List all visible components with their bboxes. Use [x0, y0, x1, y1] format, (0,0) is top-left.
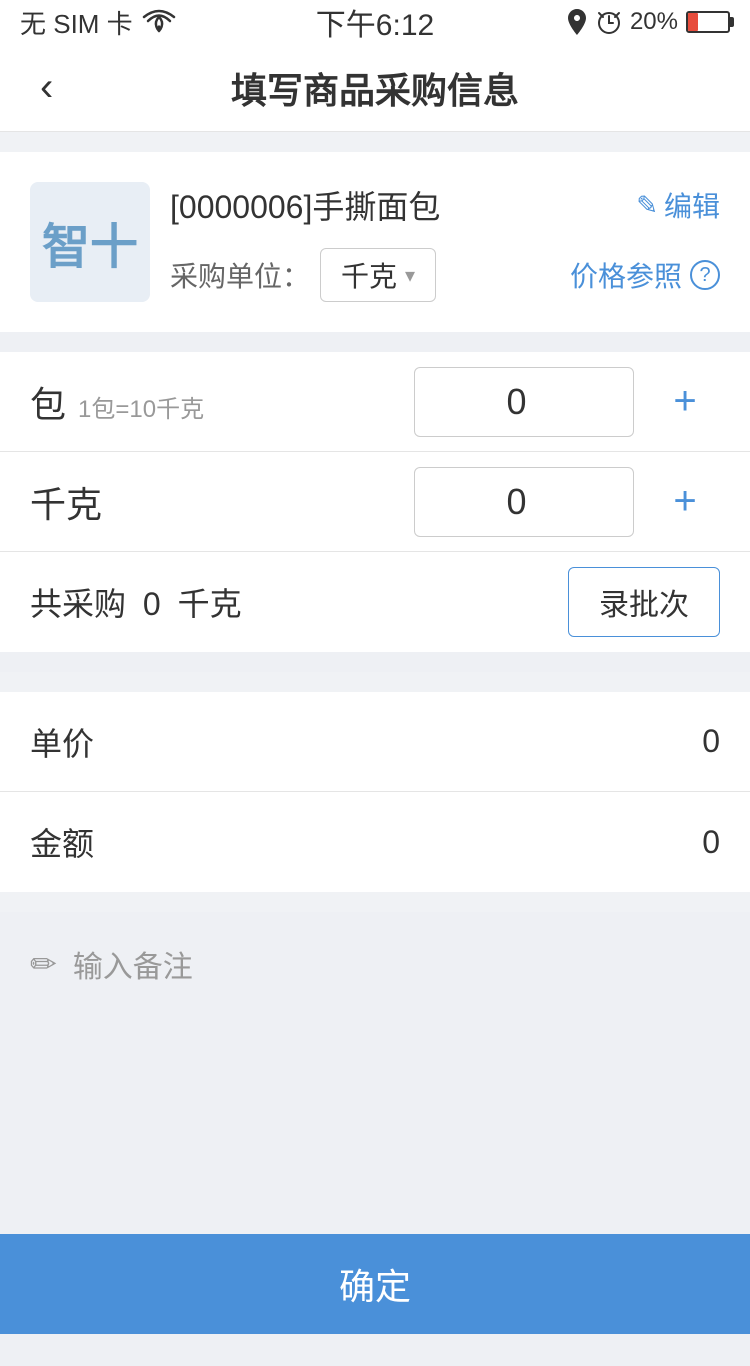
amount-value: 0 [702, 824, 720, 861]
price-section: 单价 0 金额 0 [0, 692, 750, 892]
product-name-row: [0000006]手撕面包 ✎ 编辑 [170, 182, 720, 228]
summary-suffix: 千克 [178, 586, 242, 622]
help-icon: ? [690, 260, 720, 290]
record-batch-button[interactable]: 录批次 [568, 567, 720, 637]
section-divider-1 [0, 332, 750, 352]
kg-label: 千克 [30, 476, 190, 528]
kg-input-wrapper: + [190, 467, 720, 537]
unit-value: 千克 [341, 255, 397, 295]
nav-bar: ‹ 填写商品采购信息 [0, 44, 750, 132]
purchase-unit-label: 采购单位： [170, 255, 310, 295]
back-button[interactable]: ‹ [30, 55, 63, 120]
unit-price-label: 单价 [30, 719, 94, 765]
summary-text: 共采购 0 千克 [30, 579, 242, 625]
product-image: 智十 [30, 182, 150, 302]
edit-icon: ✎ [636, 190, 658, 221]
kg-plus-button[interactable]: + [650, 467, 720, 537]
product-info: [0000006]手撕面包 ✎ 编辑 采购单位： 千克 ▾ 价格参照 ? [170, 182, 720, 302]
bao-input[interactable] [414, 367, 634, 437]
status-bar-left: 无 SIM 卡 [20, 4, 177, 41]
product-image-placeholder: 智十 [42, 207, 138, 277]
battery-icon [686, 11, 730, 33]
wifi-icon [141, 9, 177, 35]
status-bar: 无 SIM 卡 下午6:12 20% [0, 0, 750, 44]
page-title: 填写商品采购信息 [231, 62, 519, 114]
location-icon [566, 8, 588, 36]
amount-row: 金额 0 [0, 792, 750, 892]
bao-input-row: 包 1包=10千克 + [0, 352, 750, 452]
bao-sub-label: 1包=10千克 [78, 389, 204, 424]
bao-input-wrapper: + [204, 367, 720, 437]
amount-label: 金额 [30, 819, 94, 865]
bao-plus-button[interactable]: + [650, 367, 720, 437]
summary-prefix: 共采购 [30, 586, 126, 622]
battery-percent: 20% [630, 8, 678, 36]
unit-price-value: 0 [702, 723, 720, 760]
note-placeholder: 输入备注 [73, 942, 193, 986]
purchase-unit-row: 采购单位： 千克 ▾ 价格参照 ? [170, 248, 720, 302]
pencil-icon: ✏ [30, 945, 57, 983]
kg-main-label: 千克 [30, 476, 102, 528]
note-section[interactable]: ✏ 输入备注 [0, 912, 750, 1016]
status-bar-right: 20% [566, 8, 730, 36]
chevron-down-icon: ▾ [405, 263, 415, 288]
price-ref-label: 价格参照 [570, 255, 682, 295]
summary-amount: 0 [143, 586, 161, 622]
unit-select[interactable]: 千克 ▾ [320, 248, 436, 302]
section-divider-2 [0, 652, 750, 672]
kg-input[interactable] [414, 467, 634, 537]
confirm-button[interactable]: 确定 [0, 1234, 750, 1334]
edit-label: 编辑 [664, 185, 720, 225]
alarm-icon [596, 8, 622, 36]
status-time: 下午6:12 [316, 0, 434, 44]
edit-button[interactable]: ✎ 编辑 [636, 185, 720, 225]
price-ref-button[interactable]: 价格参照 ? [570, 255, 720, 295]
product-name: [0000006]手撕面包 [170, 182, 440, 228]
unit-price-row: 单价 0 [0, 692, 750, 792]
bao-main-label: 包 [30, 376, 66, 428]
kg-input-row: 千克 + [0, 452, 750, 552]
summary-row: 共采购 0 千克 录批次 [0, 552, 750, 652]
bao-label: 包 1包=10千克 [30, 376, 204, 428]
input-section: 包 1包=10千克 + 千克 + [0, 352, 750, 552]
sim-text: 无 SIM 卡 [20, 4, 133, 41]
product-card: 智十 [0000006]手撕面包 ✎ 编辑 采购单位： 千克 ▾ 价格参照 ? [0, 152, 750, 332]
